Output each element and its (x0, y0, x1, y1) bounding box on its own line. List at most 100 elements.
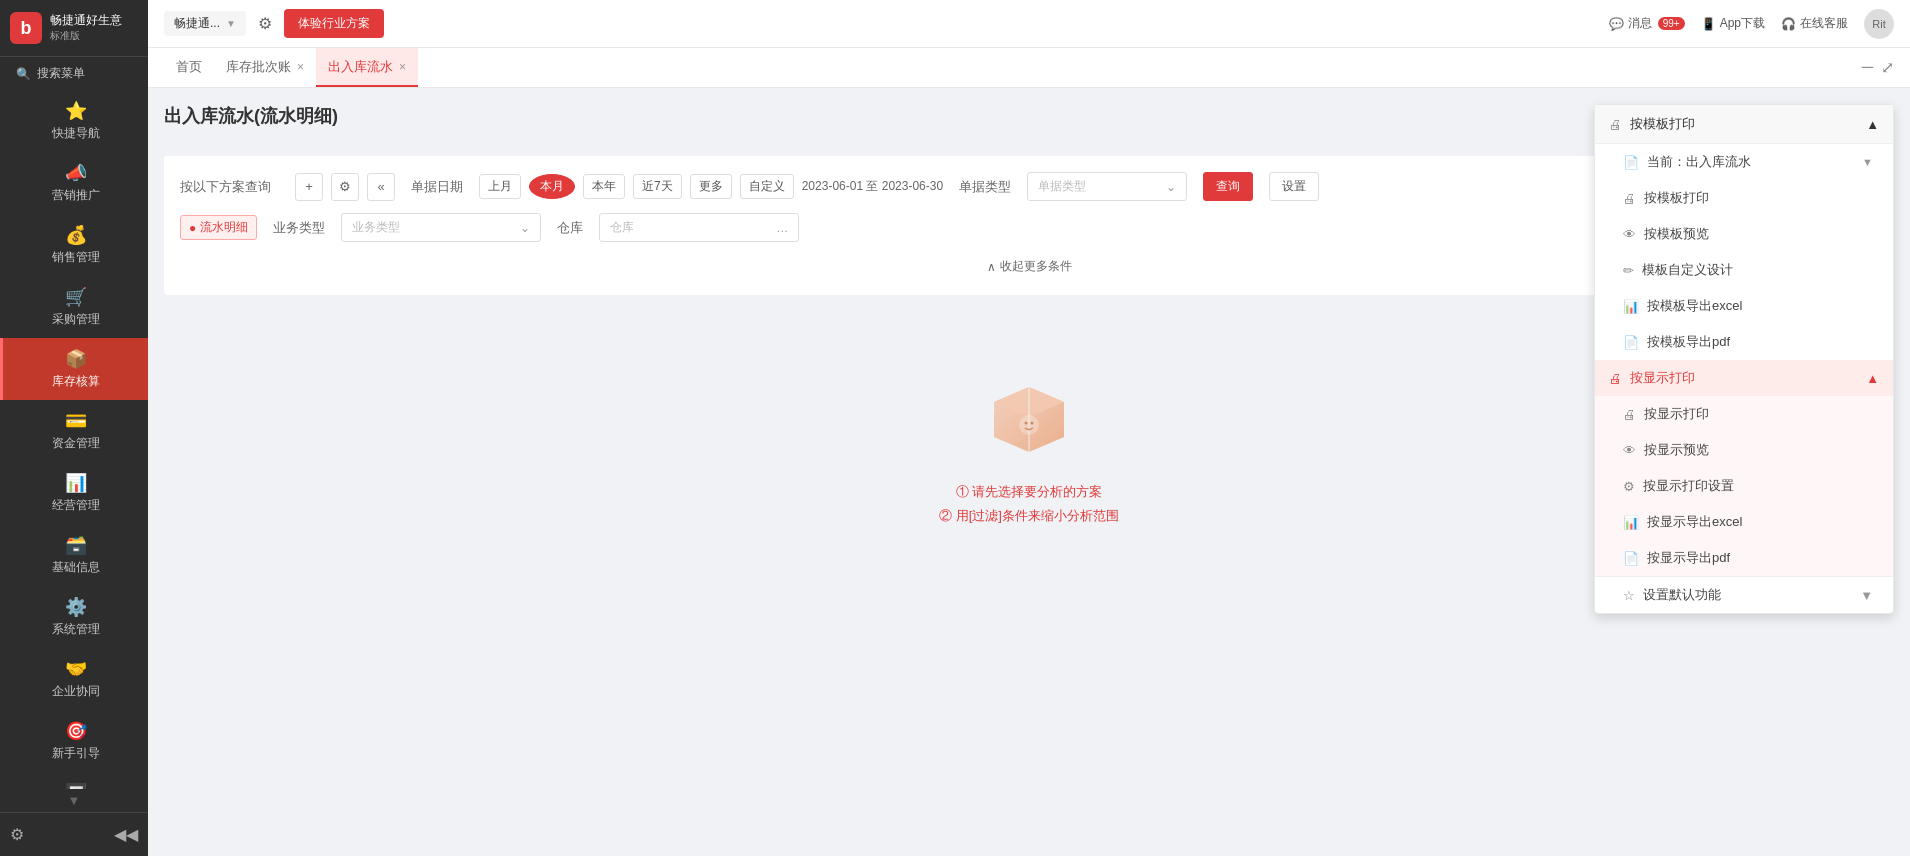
display-preview-item[interactable]: 👁 按显示预览 (1595, 432, 1893, 468)
user-selector[interactable]: 畅捷通... ▼ (164, 11, 246, 36)
message-badge: 99+ (1658, 17, 1685, 30)
sales-icon: 💰 (65, 224, 87, 246)
avatar[interactable]: Rit (1864, 9, 1894, 39)
settings-button[interactable]: 设置 (1269, 172, 1319, 201)
current-template-arrow: ▼ (1862, 156, 1873, 168)
settings-filter-button[interactable]: ⚙ (331, 173, 359, 201)
template-preview-icon: 👁 (1623, 227, 1636, 242)
template-print-item[interactable]: 🖨 按模板打印 (1595, 180, 1893, 216)
display-pdf-item[interactable]: 📄 按显示导出pdf (1595, 540, 1893, 576)
sidebar-item-marketing[interactable]: 📣 营销推广 (0, 152, 148, 214)
biz-type-select[interactable]: 业务类型 ⌄ (341, 213, 541, 242)
sidebar-item-guide[interactable]: 🎯 新手引导 (0, 710, 148, 772)
app-name: 畅捷通好生意 (50, 13, 122, 29)
display-section-collapse-icon: ▲ (1866, 371, 1879, 386)
app-download-action[interactable]: 📱 App下载 (1701, 15, 1765, 32)
tab-flow-close[interactable]: × (399, 60, 406, 74)
template-print-label: 按模板打印 (1644, 189, 1709, 207)
display-print-section-header[interactable]: 🖨 按显示打印 ▲ (1595, 360, 1893, 396)
tag-icon: ● (189, 221, 196, 235)
template-preview-label: 按模板预览 (1644, 225, 1709, 243)
template-excel-label: 按模板导出excel (1647, 297, 1742, 315)
window-buttons: ─ ⤢ (1862, 58, 1894, 77)
collab-icon: 🤝 (65, 658, 87, 680)
svg-point-5 (1025, 422, 1028, 425)
sidebar-item-sales[interactable]: 💰 销售管理 (0, 214, 148, 276)
warehouse-select[interactable]: 仓库 … (599, 213, 799, 242)
date-btn-this-month[interactable]: 本月 (529, 174, 575, 199)
sidebar-item-apps[interactable]: 🔲 应用中心 (0, 772, 148, 789)
default-func-item[interactable]: ☆ 设置默认功能 ▼ (1595, 576, 1893, 613)
display-excel-label: 按显示导出excel (1647, 513, 1742, 531)
template-pdf-icon: 📄 (1623, 335, 1639, 350)
current-template-item[interactable]: 📄 当前：出入库流水 ▼ (1595, 144, 1893, 180)
voucher-type-placeholder: 单据类型 (1038, 178, 1086, 195)
message-icon: 💬 (1609, 17, 1624, 31)
operation-label: 经营管理 (52, 497, 100, 514)
collapse-icon[interactable]: ◀◀ (114, 825, 138, 844)
search-menu-item[interactable]: 🔍 搜索菜单 (0, 57, 148, 90)
step1-icon: ① (956, 484, 973, 499)
marketing-icon: 📣 (65, 162, 87, 184)
display-print-item[interactable]: 🖨 按显示打印 (1595, 396, 1893, 432)
date-btn-more[interactable]: 更多 (690, 174, 732, 199)
voucher-type-select[interactable]: 单据类型 ⌄ (1027, 172, 1187, 201)
sidebar-item-base[interactable]: 🗃️ 基础信息 (0, 524, 148, 586)
template-print-section-header[interactable]: 🖨 按模板打印 ▲ (1595, 105, 1893, 144)
sidebar-item-quicknav[interactable]: ⭐ 快捷导航 (0, 90, 148, 152)
template-excel-item[interactable]: 📊 按模板导出excel (1595, 288, 1893, 324)
collab-label: 企业协同 (52, 683, 100, 700)
date-filter-label: 单据日期 (411, 178, 463, 196)
date-btn-custom[interactable]: 自定义 (740, 174, 794, 199)
date-btn-this-year[interactable]: 本年 (583, 174, 625, 199)
query-button[interactable]: 查询 (1203, 172, 1253, 201)
app-version: 标准版 (50, 29, 122, 43)
tab-inventory-batch[interactable]: 库存批次账 × (214, 48, 316, 87)
minimize-window-icon[interactable]: ─ (1862, 58, 1873, 77)
content-area: 出入库流水(流水明细) 🖨 按模板打印 ▲ ⬆ 导出 ↻ 刷新 (148, 88, 1910, 856)
template-print-section-label: 按模板打印 (1630, 115, 1695, 133)
topbar-right: 💬 消息 99+ 📱 App下载 🎧 在线客服 Rit (1609, 9, 1894, 39)
collapse-conditions-button[interactable]: ∧ 收起更多条件 (979, 254, 1080, 279)
date-btn-last-month[interactable]: 上月 (479, 174, 521, 199)
template-preview-item[interactable]: 👁 按模板预览 (1595, 216, 1893, 252)
display-print-icon: 🖨 (1623, 407, 1636, 422)
search-menu-label: 搜索菜单 (37, 65, 85, 82)
online-service-action[interactable]: 🎧 在线客服 (1781, 15, 1848, 32)
tab-inventory-batch-close[interactable]: × (297, 60, 304, 74)
add-filter-button[interactable]: + (295, 173, 323, 201)
svg-point-4 (1019, 415, 1039, 435)
empty-tip-1: ① 请先选择要分析的方案 (956, 483, 1103, 501)
date-btn-7days[interactable]: 近7天 (633, 174, 682, 199)
sidebar-item-inventory[interactable]: 📦 库存核算 (0, 338, 148, 400)
sidebar-item-collab[interactable]: 🤝 企业协同 (0, 648, 148, 710)
template-pdf-item[interactable]: 📄 按模板导出pdf (1595, 324, 1893, 360)
message-action[interactable]: 💬 消息 99+ (1609, 15, 1685, 32)
inventory-icon: 📦 (65, 348, 87, 370)
tab-flow[interactable]: 出入库流水 × (316, 48, 418, 87)
sidebar-item-system[interactable]: ⚙️ 系统管理 (0, 586, 148, 648)
warehouse-label: 仓库 (557, 219, 583, 237)
trial-industry-button[interactable]: 体验行业方案 (284, 9, 384, 38)
system-label: 系统管理 (52, 621, 100, 638)
inventory-label: 库存核算 (52, 373, 100, 390)
empty-tip-2: ② 用[过滤]条件来缩小分析范围 (939, 507, 1119, 525)
topbar-settings-icon[interactable]: ⚙ (258, 14, 272, 33)
template-pdf-label: 按模板导出pdf (1647, 333, 1730, 351)
display-settings-item[interactable]: ⚙ 按显示打印设置 (1595, 468, 1893, 504)
sidebar-item-operation[interactable]: 📊 经营管理 (0, 462, 148, 524)
sidebar-item-finance[interactable]: 💳 资金管理 (0, 400, 148, 462)
collapse-filter-button[interactable]: « (367, 173, 395, 201)
tab-home[interactable]: 首页 (164, 48, 214, 87)
flow-detail-tag[interactable]: ● 流水明细 (180, 215, 257, 240)
main-area: 畅捷通... ▼ ⚙ 体验行业方案 💬 消息 99+ 📱 App下载 🎧 在线客… (148, 0, 1910, 856)
settings-icon[interactable]: ⚙ (10, 825, 24, 844)
sidebar-scroll-down[interactable]: ▼ (0, 789, 148, 812)
sidebar-item-purchase[interactable]: 🛒 采购管理 (0, 276, 148, 338)
display-excel-item[interactable]: 📊 按显示导出excel (1595, 504, 1893, 540)
tab-inventory-batch-label: 库存批次账 (226, 58, 291, 76)
maximize-window-icon[interactable]: ⤢ (1881, 58, 1894, 77)
date-filter: 上月 本月 本年 近7天 更多 自定义 2023-06-01 至 2023-06… (479, 174, 943, 199)
empty-tip-1-text: 请先选择要分析的方案 (972, 484, 1102, 499)
template-custom-item[interactable]: ✏ 模板自定义设计 (1595, 252, 1893, 288)
